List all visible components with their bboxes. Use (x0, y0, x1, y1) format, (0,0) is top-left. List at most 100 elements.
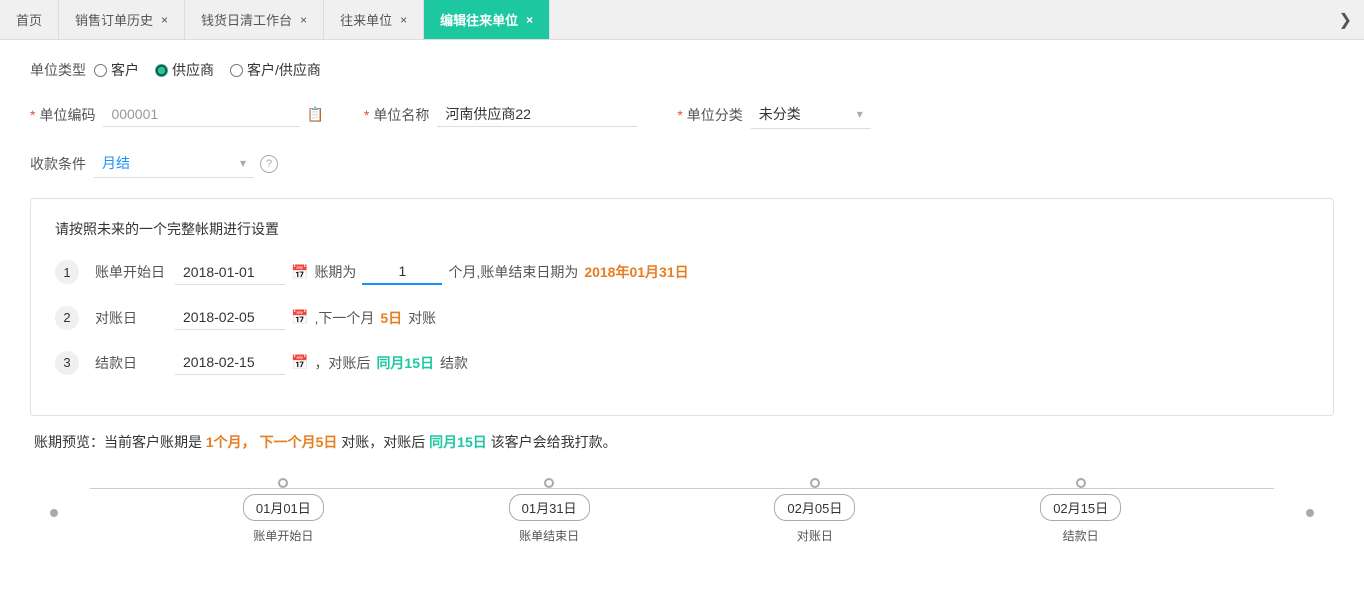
node1-label: 账单开始日 (253, 527, 313, 544)
node3-dot (810, 478, 820, 488)
main-content: 单位类型 客户 供应商 客户/供应商 * 单位编码 (0, 40, 1364, 608)
timeline-node-2: 01月31日 账单结束日 (509, 472, 590, 544)
unit-category-dropdown[interactable]: 未分类 ▾ (751, 100, 871, 129)
tab-partner-units[interactable]: 往来单位 × (324, 0, 424, 39)
row3-highlight: 同月15日 (376, 353, 434, 373)
node2-date: 01月31日 (509, 494, 590, 521)
tab-cash-close-icon[interactable]: × (300, 13, 307, 27)
preview-label: 账期预览：当前客户账期是 (34, 434, 202, 450)
row3-label: 结款日 (95, 353, 175, 373)
unit-name-label: 单位名称 (373, 105, 429, 125)
tab-cash-label: 钱货日清工作台 (201, 10, 292, 29)
timeline-container: 01月01日 账单开始日 01月31日 账单结束日 02月05日 对账日 (30, 472, 1334, 544)
unit-code-input[interactable] (103, 102, 300, 127)
preview-mid-text: 对账，对账后 (341, 434, 425, 450)
radio-customer-label: 客户 (111, 60, 139, 80)
tab-cash-work[interactable]: 钱货日清工作台 × (185, 0, 324, 39)
tab-edit-close-icon[interactable]: × (526, 13, 533, 27)
tab-sales-order-history[interactable]: 销售订单历史 × (59, 0, 185, 39)
settings-panel: 请按照未来的一个完整帐期进行设置 1 账单开始日 📅 账期为 个月,账单结束日期… (30, 198, 1334, 416)
node4-date: 02月15日 (1040, 494, 1121, 521)
tab-sales-close-icon[interactable]: × (161, 13, 168, 27)
node1-dot (278, 478, 288, 488)
radio-supplier-label: 供应商 (172, 60, 214, 80)
tab-partner-close-icon[interactable]: × (400, 13, 407, 27)
setting-row-2: 2 对账日 📅 ,下一个月 5日 对账 (55, 305, 1309, 330)
payment-terms-help-icon[interactable]: ? (260, 155, 278, 173)
row2-num: 2 (55, 306, 79, 330)
timeline-nodes: 01月01日 账单开始日 01月31日 账单结束日 02月05日 对账日 (50, 472, 1314, 544)
row1-middle-text: 账期为 (314, 262, 356, 282)
preview-pay-day: 同月15日 (429, 434, 487, 450)
code-name-row: * 单位编码 📋 * 单位名称 * 单位分类 未分类 ▾ (30, 100, 1334, 129)
radio-both-label: 客户/供应商 (247, 60, 321, 80)
row1-date-input[interactable] (175, 260, 285, 285)
panel-title: 请按照未来的一个完整帐期进行设置 (55, 219, 1309, 239)
code-required-star: * (30, 107, 35, 123)
tab-bar: 首页 销售订单历史 × 钱货日清工作台 × 往来单位 × 编辑往来单位 × ❯ (0, 0, 1364, 40)
timeline-node-3: 02月05日 对账日 (774, 472, 855, 544)
unit-type-radio-group: 客户 供应商 客户/供应商 (94, 60, 321, 80)
preview-period: 1个月， (206, 434, 256, 450)
row2-comma: ,下一个月 (314, 308, 374, 328)
unit-category-item: * 单位分类 未分类 ▾ (677, 100, 870, 129)
tab-sales-label: 销售订单历史 (75, 10, 153, 29)
preview-section: 账期预览：当前客户账期是 1个月， 下一个月5日 对账，对账后 同月15日 该客… (30, 432, 1334, 452)
tab-home[interactable]: 首页 (0, 0, 59, 39)
radio-supplier[interactable]: 供应商 (155, 60, 214, 80)
node2-dot (544, 478, 554, 488)
row3-calendar-icon[interactable]: 📅 (291, 354, 308, 371)
row2-calendar-icon[interactable]: 📅 (291, 309, 308, 326)
tab-edit-label: 编辑往来单位 (440, 10, 518, 29)
unit-name-input[interactable] (437, 102, 637, 127)
unit-category-label: 单位分类 (687, 105, 743, 125)
tab-edit-partner[interactable]: 编辑往来单位 × (424, 0, 550, 39)
code-copy-icon[interactable]: 📋 (306, 106, 323, 123)
node4-label: 结款日 (1063, 527, 1099, 544)
tab-partner-label: 往来单位 (340, 10, 392, 29)
unit-type-label: 单位类型 (30, 60, 86, 80)
row3-comma: ，对账后 (314, 353, 370, 373)
node3-date: 02月05日 (774, 494, 855, 521)
node1-date: 01月01日 (243, 494, 324, 521)
category-value: 未分类 (759, 104, 851, 124)
category-arrow-icon: ▾ (857, 107, 863, 121)
timeline-node-1: 01月01日 账单开始日 (243, 472, 324, 544)
row1-period-input[interactable] (362, 259, 442, 285)
node3-label: 对账日 (797, 527, 833, 544)
tab-home-label: 首页 (16, 10, 42, 29)
name-required-star: * (364, 107, 369, 123)
row1-label: 账单开始日 (95, 262, 175, 282)
row3-num: 3 (55, 351, 79, 375)
payment-terms-value: 月结 (102, 153, 234, 173)
timeline-node-4: 02月15日 结款日 (1040, 472, 1121, 544)
unit-type-row: 单位类型 客户 供应商 客户/供应商 (30, 60, 1334, 80)
row2-date-input[interactable] (175, 305, 285, 330)
unit-name-item: * 单位名称 (364, 102, 637, 127)
setting-row-3: 3 结款日 📅 ，对账后 同月15日 结款 (55, 350, 1309, 375)
row2-suffix: 对账 (408, 308, 436, 328)
payment-terms-row: 收款条件 月结 ▾ ? (30, 149, 1334, 178)
row1-period-unit: 个月,账单结束日期为 (448, 262, 578, 282)
row2-highlight: 5日 (380, 308, 402, 328)
row1-period-end: 2018年01月31日 (584, 262, 688, 282)
radio-customer[interactable]: 客户 (94, 60, 139, 80)
node4-dot (1076, 478, 1086, 488)
tab-more-button[interactable]: ❯ (1327, 0, 1364, 39)
timeline-start-dot (50, 509, 58, 517)
row1-num: 1 (55, 260, 79, 284)
payment-terms-dropdown[interactable]: 月结 ▾ (94, 149, 254, 178)
row2-label: 对账日 (95, 308, 175, 328)
row3-date-input[interactable] (175, 350, 285, 375)
category-required-star: * (677, 107, 682, 123)
setting-row-1: 1 账单开始日 📅 账期为 个月,账单结束日期为 2018年01月31日 (55, 259, 1309, 285)
timeline-right-dot (1306, 472, 1314, 544)
preview-end-text: 该客户会给我打款。 (491, 434, 617, 450)
row1-calendar-icon[interactable]: 📅 (291, 264, 308, 281)
preview-next-day: 下一个月5日 (260, 434, 338, 450)
payment-terms-arrow-icon: ▾ (240, 156, 246, 170)
node2-label: 账单结束日 (519, 527, 579, 544)
radio-both[interactable]: 客户/供应商 (230, 60, 321, 80)
payment-terms-label: 收款条件 (30, 154, 86, 174)
unit-code-item: * 单位编码 📋 (30, 102, 324, 127)
